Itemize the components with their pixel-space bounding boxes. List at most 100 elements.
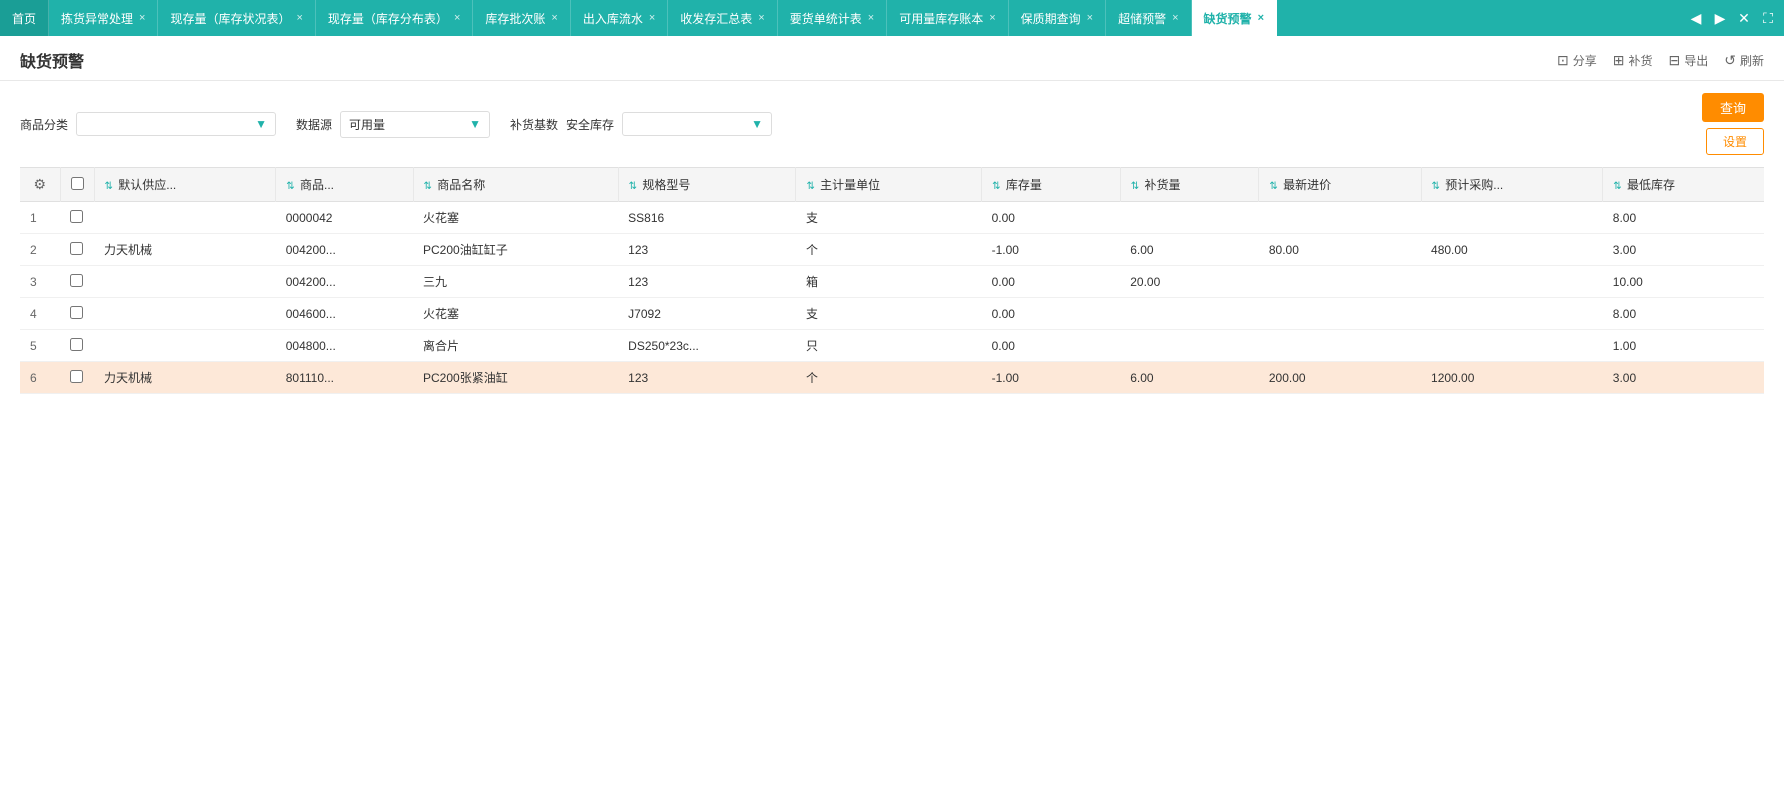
cell-est-purchase: 480.00 xyxy=(1421,234,1603,266)
tab-demand-stat[interactable]: 要货单统计表 × xyxy=(778,0,887,36)
table-row[interactable]: 5004800...离合片DS250*23c...只0.001.00 xyxy=(20,330,1764,362)
cell-checkbox[interactable] xyxy=(60,266,94,298)
cell-est-purchase xyxy=(1421,298,1603,330)
datasource-label: 数据源 xyxy=(296,116,332,133)
tab-inout-flow[interactable]: 出入库流水 × xyxy=(571,0,668,36)
row-checkbox[interactable] xyxy=(70,274,83,287)
col-unit-label: 主计量单位 xyxy=(820,178,880,192)
row-checkbox[interactable] xyxy=(70,306,83,319)
table-row[interactable]: 6力天机械801110...PC200张紧油缸123个-1.006.00200.… xyxy=(20,362,1764,394)
tab-shortage-warning[interactable]: 缺货预警 × xyxy=(1192,0,1277,36)
cell-checkbox[interactable] xyxy=(60,330,94,362)
export-label: 导出 xyxy=(1684,52,1708,69)
sort-unit-icon[interactable]: ⇅ xyxy=(806,181,814,192)
settings-button[interactable]: 设置 xyxy=(1706,128,1764,155)
row-checkbox[interactable] xyxy=(70,242,83,255)
tab-receive-summary[interactable]: 收发存汇总表 × xyxy=(668,0,777,36)
sort-price-icon[interactable]: ⇅ xyxy=(1269,181,1277,192)
datasource-value: 可用量 xyxy=(349,116,385,133)
row-checkbox[interactable] xyxy=(70,370,83,383)
sort-stock-icon[interactable]: ⇅ xyxy=(992,181,1000,192)
tab-close-all-btn[interactable]: ✕ xyxy=(1732,6,1756,30)
cell-unit: 箱 xyxy=(796,266,982,298)
cell-product-code: 004800... xyxy=(276,330,413,362)
tab-close-inv-dist[interactable]: × xyxy=(454,12,460,24)
sort-replenish-icon[interactable]: ⇅ xyxy=(1131,181,1139,192)
tab-next-btn[interactable]: ▶ xyxy=(1708,6,1732,30)
sort-supplier-icon[interactable]: ⇅ xyxy=(105,181,113,192)
datasource-select[interactable]: 可用量 ▼ xyxy=(340,111,490,138)
category-select[interactable]: ▼ xyxy=(76,112,276,136)
replenish-icon: ⊞ xyxy=(1613,52,1625,69)
cell-checkbox[interactable] xyxy=(60,234,94,266)
tab-expiry-label: 保质期查询 xyxy=(1021,10,1081,27)
tab-overstock-warning[interactable]: 超储预警 × xyxy=(1106,0,1191,36)
table-row[interactable]: 10000042火花塞SS816支0.008.00 xyxy=(20,202,1764,234)
tab-close-batch[interactable]: × xyxy=(551,12,557,24)
table-container: ⚙ ⇅ 默认供应... ⇅ 商品... ⇅ 商品名称 xyxy=(0,167,1784,394)
row-checkbox[interactable] xyxy=(70,338,83,351)
sort-code-icon[interactable]: ⇅ xyxy=(286,181,294,192)
tab-expand-btn[interactable]: ⛶ xyxy=(1756,6,1780,30)
export-button[interactable]: ⊟ 导出 xyxy=(1669,52,1709,69)
settings-gear-icon[interactable]: ⚙ xyxy=(33,176,46,192)
tab-avail-label: 可用量库存账本 xyxy=(899,10,983,27)
datasource-arrow-icon: ▼ xyxy=(469,117,481,131)
cell-supplier xyxy=(94,330,276,362)
sort-name-icon[interactable]: ⇅ xyxy=(424,181,432,192)
tab-close-inv-status[interactable]: × xyxy=(296,12,302,24)
tab-close-avail[interactable]: × xyxy=(989,12,995,24)
select-all-checkbox[interactable] xyxy=(71,177,84,190)
sort-estpurch-icon[interactable]: ⇅ xyxy=(1432,181,1440,192)
tab-inventory-dist[interactable]: 现存量（库存分布表） × xyxy=(316,0,473,36)
replenish-base-select[interactable]: ▼ xyxy=(622,112,772,136)
query-button[interactable]: 查询 xyxy=(1702,93,1764,122)
refresh-button[interactable]: ↺ 刷新 xyxy=(1724,52,1764,69)
tab-defect-processing[interactable]: 拣货异常处理 × xyxy=(49,0,158,36)
tab-close-receive[interactable]: × xyxy=(758,12,764,24)
tab-close-overstock[interactable]: × xyxy=(1172,12,1178,24)
tab-home[interactable]: 首页 xyxy=(0,0,49,36)
cell-supplier xyxy=(94,298,276,330)
cell-latest-price xyxy=(1259,330,1421,362)
cell-checkbox[interactable] xyxy=(60,298,94,330)
tab-close-expiry[interactable]: × xyxy=(1087,12,1093,24)
tab-batch-account[interactable]: 库存批次账 × xyxy=(473,0,570,36)
cell-est-purchase xyxy=(1421,202,1603,234)
sort-spec-icon[interactable]: ⇅ xyxy=(629,181,637,192)
table-header-row: ⚙ ⇅ 默认供应... ⇅ 商品... ⇅ 商品名称 xyxy=(20,168,1764,202)
tab-close-demand[interactable]: × xyxy=(868,12,874,24)
cell-stock: 0.00 xyxy=(982,266,1121,298)
header-actions: ⊡ 分享 ⊞ 补货 ⊟ 导出 ↺ 刷新 xyxy=(1557,52,1764,69)
tab-available-ledger[interactable]: 可用量库存账本 × xyxy=(887,0,1008,36)
tab-prev-btn[interactable]: ◀ xyxy=(1684,6,1708,30)
cell-spec: 123 xyxy=(618,362,796,394)
cell-min-stock: 8.00 xyxy=(1603,298,1764,330)
cell-checkbox[interactable] xyxy=(60,202,94,234)
tab-inventory-status[interactable]: 现存量（库存状况表） × xyxy=(158,0,315,36)
th-stock: ⇅ 库存量 xyxy=(982,168,1121,202)
tab-shortage-label: 缺货预警 xyxy=(1204,10,1252,27)
replenish-button[interactable]: ⊞ 补货 xyxy=(1613,52,1653,69)
shortage-table: ⚙ ⇅ 默认供应... ⇅ 商品... ⇅ 商品名称 xyxy=(20,167,1764,394)
tab-close-shortage[interactable]: × xyxy=(1258,12,1264,24)
cell-replenish-qty: 6.00 xyxy=(1120,362,1259,394)
cell-checkbox[interactable] xyxy=(60,362,94,394)
tab-close-inout[interactable]: × xyxy=(649,12,655,24)
cell-stock: -1.00 xyxy=(982,234,1121,266)
table-row[interactable]: 3004200...三九123箱0.0020.0010.00 xyxy=(20,266,1764,298)
sort-minstock-icon[interactable]: ⇅ xyxy=(1613,181,1621,192)
th-est-purchase: ⇅ 预计采购... xyxy=(1421,168,1603,202)
cell-spec: 123 xyxy=(618,234,796,266)
share-button[interactable]: ⊡ 分享 xyxy=(1557,52,1597,69)
table-row[interactable]: 2力天机械004200...PC200油缸缸子123个-1.006.0080.0… xyxy=(20,234,1764,266)
tab-close-defect[interactable]: × xyxy=(139,12,145,24)
table-row[interactable]: 4004600...火花塞J7092支0.008.00 xyxy=(20,298,1764,330)
table-body: 10000042火花塞SS816支0.008.002力天机械004200...P… xyxy=(20,202,1764,394)
tab-expiry-query[interactable]: 保质期查询 × xyxy=(1009,0,1106,36)
cell-row-num: 6 xyxy=(20,362,60,394)
col-code-label: 商品... xyxy=(300,178,334,192)
cell-spec: 123 xyxy=(618,266,796,298)
row-checkbox[interactable] xyxy=(70,210,83,223)
tab-receive-label: 收发存汇总表 xyxy=(680,10,752,27)
